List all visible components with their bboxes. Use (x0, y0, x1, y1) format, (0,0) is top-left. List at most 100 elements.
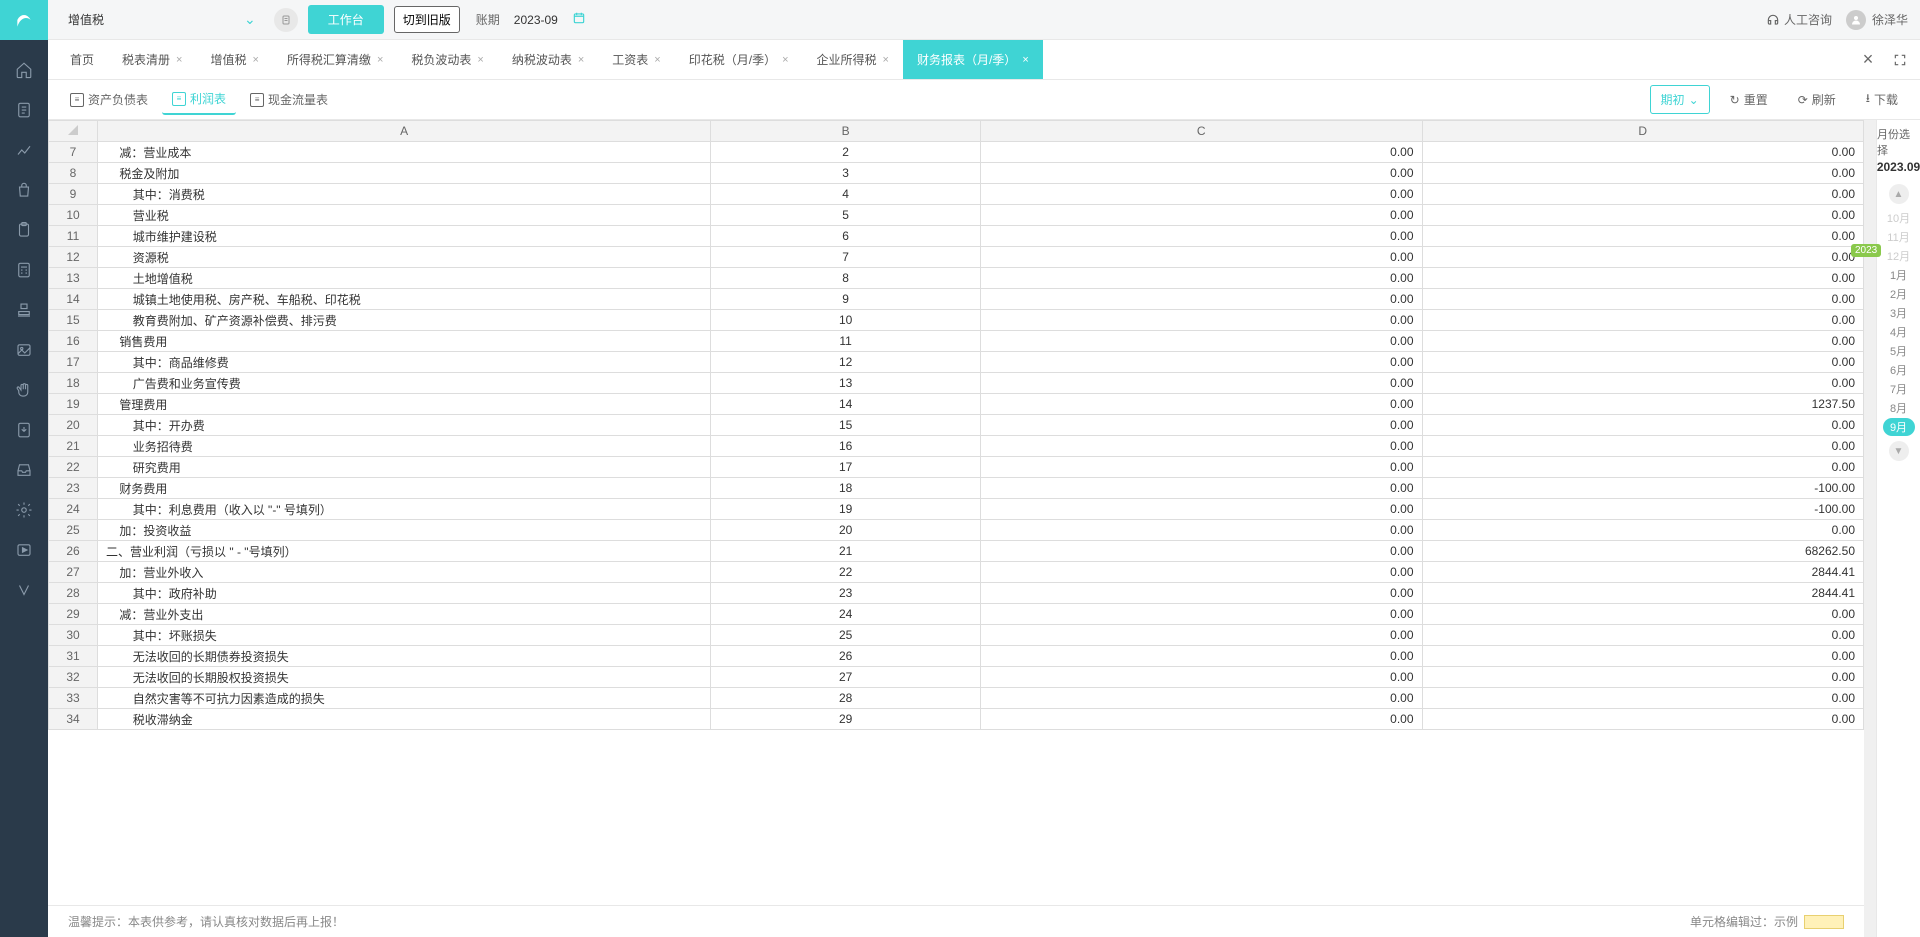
cell-d[interactable]: 0.00 (1422, 709, 1864, 730)
nav-chart-icon[interactable] (8, 134, 40, 166)
cell-c[interactable]: 0.00 (981, 667, 1422, 688)
cell-c[interactable]: 0.00 (981, 457, 1422, 478)
cell-c[interactable]: 0.00 (981, 709, 1422, 730)
cell-a[interactable]: 其中：开办费 (98, 415, 711, 436)
cell-c[interactable]: 0.00 (981, 415, 1422, 436)
month-item-11月[interactable]: 11月 (1883, 228, 1915, 246)
row-number[interactable]: 23 (49, 478, 98, 499)
cell-c[interactable]: 0.00 (981, 247, 1422, 268)
month-item-3月[interactable]: 3月 (1883, 304, 1915, 322)
cell-b[interactable]: 16 (711, 436, 981, 457)
row-number[interactable]: 17 (49, 352, 98, 373)
cell-a[interactable]: 其中：利息费用（收入以 "-" 号填列） (98, 499, 711, 520)
nav-image-icon[interactable] (8, 334, 40, 366)
row-number[interactable]: 30 (49, 625, 98, 646)
cell-c[interactable]: 0.00 (981, 394, 1422, 415)
cell-a[interactable]: 销售费用 (98, 331, 711, 352)
cell-d[interactable]: -100.00 (1422, 478, 1864, 499)
cell-d[interactable]: 0.00 (1422, 184, 1864, 205)
tab-5[interactable]: 纳税波动表× (498, 40, 598, 79)
corner-cell[interactable] (49, 121, 98, 142)
cell-b[interactable]: 14 (711, 394, 981, 415)
nav-bag-icon[interactable] (8, 174, 40, 206)
tab-1[interactable]: 税表清册× (108, 40, 196, 79)
col-header-c[interactable]: C (981, 121, 1422, 142)
cell-d[interactable]: 0.00 (1422, 436, 1864, 457)
cell-d[interactable]: -100.00 (1422, 499, 1864, 520)
cell-a[interactable]: 城镇土地使用税、房产税、车船税、印花税 (98, 289, 711, 310)
nav-play-icon[interactable] (8, 534, 40, 566)
cell-b[interactable]: 25 (711, 625, 981, 646)
row-number[interactable]: 25 (49, 520, 98, 541)
row-number[interactable]: 24 (49, 499, 98, 520)
row-number[interactable]: 15 (49, 310, 98, 331)
cell-d[interactable]: 0.00 (1422, 373, 1864, 394)
tab-9[interactable]: 财务报表（月/季）× (903, 40, 1043, 79)
cell-a[interactable]: 其中：坏账损失 (98, 625, 711, 646)
cell-d[interactable]: 0.00 (1422, 226, 1864, 247)
download-button[interactable]: ⭳ 下载 (1856, 85, 1908, 114)
nav-stamp-icon[interactable] (8, 294, 40, 326)
col-header-a[interactable]: A (98, 121, 711, 142)
cell-b[interactable]: 24 (711, 604, 981, 625)
cell-b[interactable]: 23 (711, 583, 981, 604)
row-number[interactable]: 12 (49, 247, 98, 268)
cell-c[interactable]: 0.00 (981, 541, 1422, 562)
tab-8[interactable]: 企业所得税× (803, 40, 903, 79)
cell-b[interactable]: 7 (711, 247, 981, 268)
row-number[interactable]: 29 (49, 604, 98, 625)
close-icon[interactable]: × (1022, 54, 1028, 66)
nav-export-icon[interactable] (8, 414, 40, 446)
calendar-icon[interactable] (572, 11, 586, 28)
row-number[interactable]: 32 (49, 667, 98, 688)
cell-a[interactable]: 营业税 (98, 205, 711, 226)
close-icon[interactable]: × (578, 54, 584, 66)
cell-b[interactable]: 4 (711, 184, 981, 205)
row-number[interactable]: 19 (49, 394, 98, 415)
nav-home-icon[interactable] (8, 54, 40, 86)
cell-a[interactable]: 自然灾害等不可抗力因素造成的损失 (98, 688, 711, 709)
period-initial-button[interactable]: 期初 ⌄ (1650, 85, 1710, 114)
tab-4[interactable]: 税负波动表× (397, 40, 497, 79)
consult-link[interactable]: 人工咨询 (1766, 11, 1832, 28)
user-menu[interactable]: 徐泽华 (1846, 10, 1908, 30)
workspace-button[interactable]: 工作台 (308, 5, 384, 34)
cell-b[interactable]: 11 (711, 331, 981, 352)
tab-2[interactable]: 增值税× (196, 40, 272, 79)
month-down-arrow-icon[interactable]: ▼ (1889, 441, 1909, 461)
month-item-7月[interactable]: 7月 (1883, 380, 1915, 398)
cell-b[interactable]: 21 (711, 541, 981, 562)
row-number[interactable]: 16 (49, 331, 98, 352)
month-item-6月[interactable]: 6月 (1883, 361, 1915, 379)
cell-d[interactable]: 0.00 (1422, 415, 1864, 436)
month-item-12月[interactable]: 12月 (1883, 247, 1915, 265)
cell-d[interactable]: 68262.50 (1422, 541, 1864, 562)
cell-c[interactable]: 0.00 (981, 625, 1422, 646)
close-icon[interactable]: × (477, 54, 483, 66)
cell-d[interactable]: 0.00 (1422, 310, 1864, 331)
row-number[interactable]: 26 (49, 541, 98, 562)
cell-a[interactable]: 广告费和业务宣传费 (98, 373, 711, 394)
month-item-5月[interactable]: 5月 (1883, 342, 1915, 360)
cell-b[interactable]: 13 (711, 373, 981, 394)
cell-b[interactable]: 8 (711, 268, 981, 289)
tab-0[interactable]: 首页 (56, 40, 108, 79)
spreadsheet[interactable]: A B C D 7 减：营业成本20.000.008 税金及附加30.000.0… (48, 120, 1864, 905)
row-number[interactable]: 14 (49, 289, 98, 310)
cell-b[interactable]: 12 (711, 352, 981, 373)
cell-a[interactable]: 税金及附加 (98, 163, 711, 184)
cell-a[interactable]: 其中：政府补助 (98, 583, 711, 604)
cell-c[interactable]: 0.00 (981, 310, 1422, 331)
cell-a[interactable]: 其中：商品维修费 (98, 352, 711, 373)
cell-a[interactable]: 业务招待费 (98, 436, 711, 457)
cell-c[interactable]: 0.00 (981, 289, 1422, 310)
vertical-scrollbar[interactable] (1864, 120, 1876, 937)
cell-c[interactable]: 0.00 (981, 499, 1422, 520)
row-number[interactable]: 13 (49, 268, 98, 289)
row-number[interactable]: 18 (49, 373, 98, 394)
nav-gear-icon[interactable] (8, 494, 40, 526)
module-dropdown[interactable]: 增值税 ⌄ (60, 7, 264, 32)
row-number[interactable]: 31 (49, 646, 98, 667)
switch-old-button[interactable]: 切到旧版 (394, 6, 460, 33)
close-all-tabs-icon[interactable]: × (1856, 48, 1880, 72)
